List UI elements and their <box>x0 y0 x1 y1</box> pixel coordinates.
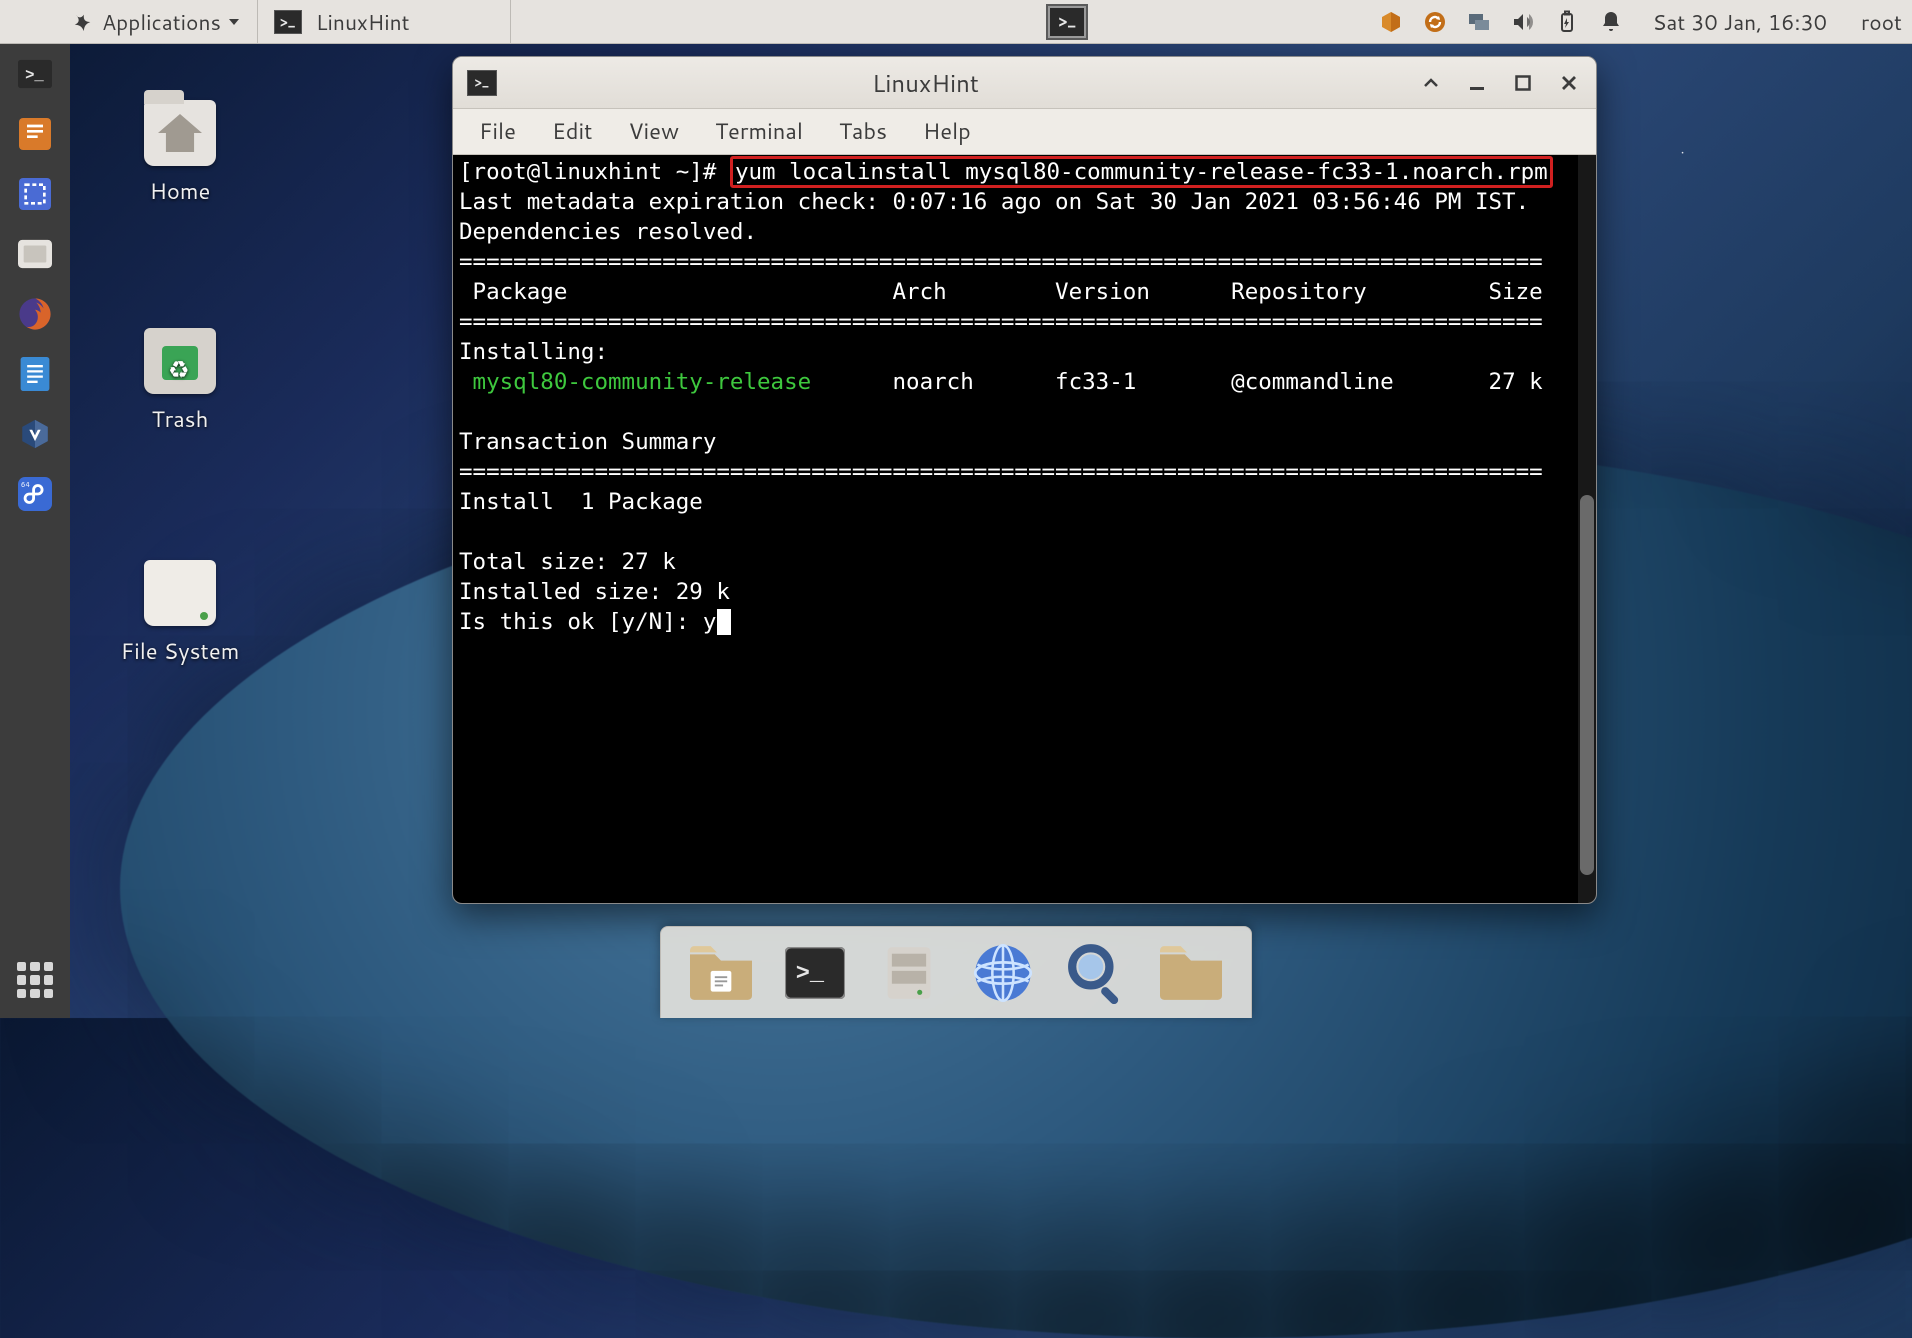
svg-text:>_: >_ <box>25 67 44 85</box>
volume-tray-icon[interactable] <box>1508 7 1538 37</box>
terminal-transaction-summary: Transaction Summary <box>459 429 716 455</box>
titlebar-terminal-icon: >_ <box>467 70 497 96</box>
window-title: LinuxHint <box>513 66 1418 100</box>
window-titlebar[interactable]: >_ LinuxHint <box>453 57 1596 109</box>
menu-help[interactable]: Help <box>907 110 987 153</box>
terminal-icon: >_ <box>274 10 302 34</box>
workspace-switcher-terminal[interactable]: >_ <box>1046 4 1088 40</box>
terminal-confirm-prompt: Is this ok [y/N]: <box>459 609 703 635</box>
terminal-total-size: Total size: 27 k <box>459 549 676 575</box>
clock[interactable]: Sat 30 Jan, 16:30 <box>1640 7 1839 37</box>
terminal-divider: ========================================… <box>459 309 1543 335</box>
terminal-scrollbar[interactable] <box>1578 155 1596 903</box>
terminal-prompt: [root@linuxhint ~]# <box>459 159 716 185</box>
window-shade-button[interactable] <box>1418 70 1444 96</box>
system-tray: Sat 30 Jan, 16:30 root <box>1352 0 1912 43</box>
xfce-logo-icon <box>72 11 94 33</box>
bdock-disk-utility[interactable] <box>871 935 947 1011</box>
terminal-header-arch: Arch <box>892 279 946 305</box>
terminal-output-line: Last metadata expiration check: 0:07:16 … <box>459 189 1529 215</box>
terminal-scrollbar-thumb[interactable] <box>1580 495 1594 875</box>
close-icon <box>1561 75 1577 91</box>
window-close-button[interactable] <box>1556 70 1582 96</box>
terminal-divider: ========================================… <box>459 459 1543 485</box>
display-tray-icon[interactable] <box>1464 7 1494 37</box>
dock-virtualbox[interactable] <box>13 414 57 454</box>
update-tray-icon[interactable] <box>1420 7 1450 37</box>
terminal-header-size: Size <box>1489 279 1543 305</box>
terminal-header-repo: Repository <box>1231 279 1366 305</box>
terminal-confirm-input: y <box>703 609 717 635</box>
home-folder-icon <box>144 100 216 166</box>
terminal-installing-label: Installing: <box>459 339 608 365</box>
menu-chevron-icon <box>229 17 239 27</box>
bottom-dock: >_ <box>660 926 1252 1018</box>
bdock-documents-folder[interactable] <box>683 935 759 1011</box>
dock-app-grid[interactable] <box>17 962 53 998</box>
dock-document[interactable] <box>13 354 57 394</box>
terminal-window: >_ LinuxHint File Edit View Terminal Tab… <box>452 56 1597 904</box>
bdock-browser[interactable] <box>965 935 1041 1011</box>
battery-tray-icon[interactable] <box>1552 7 1582 37</box>
dock-terminal[interactable]: >_ <box>13 54 57 94</box>
bdock-search[interactable] <box>1059 935 1135 1011</box>
minimize-icon <box>1469 75 1485 91</box>
terminal-package-size: 27 k <box>1489 369 1543 395</box>
desktop-icon-trash[interactable]: ♻ Trash <box>110 328 250 435</box>
menu-file[interactable]: File <box>463 110 532 153</box>
drive-icon <box>144 560 216 626</box>
terminal-package-arch: noarch <box>892 369 973 395</box>
maximize-icon <box>1515 75 1531 91</box>
terminal-command-highlighted: yum localinstall mysql80-community-relea… <box>730 156 1553 188</box>
desktop-icon-label: File System <box>110 636 250 667</box>
svg-text:>_: >_ <box>796 960 825 987</box>
desktop-icon-label: Home <box>110 176 250 207</box>
terminal-package-version: fc33-1 <box>1055 369 1136 395</box>
terminal-header-package: Package <box>459 279 567 305</box>
dock-fedora[interactable]: 64 <box>13 474 57 514</box>
menu-view[interactable]: View <box>612 110 695 153</box>
applications-menu[interactable]: Applications <box>0 0 258 43</box>
dock-text-editor[interactable] <box>13 114 57 154</box>
terminal-menubar: File Edit View Terminal Tabs Help <box>453 109 1596 155</box>
desktop-icon-home[interactable]: Home <box>110 100 250 207</box>
terminal-output-line: Dependencies resolved. <box>459 219 757 245</box>
terminal-divider: ========================================… <box>459 249 1543 275</box>
notification-bell-icon[interactable] <box>1596 7 1626 37</box>
window-minimize-button[interactable] <box>1464 70 1490 96</box>
applications-label: Applications <box>102 7 221 37</box>
user-menu-label[interactable]: root <box>1853 7 1902 37</box>
bdock-folder[interactable] <box>1153 935 1229 1011</box>
window-maximize-button[interactable] <box>1510 70 1536 96</box>
taskbar-item-label: LinuxHint <box>316 7 410 37</box>
dock-files[interactable] <box>13 234 57 274</box>
top-panel: Applications >_ LinuxHint >_ Sat 30 Jan,… <box>0 0 1912 44</box>
terminal-cursor <box>717 609 731 635</box>
menu-edit[interactable]: Edit <box>536 110 609 153</box>
taskbar-item-linuxhint[interactable]: >_ LinuxHint <box>258 0 511 43</box>
chevron-up-icon <box>1422 74 1440 92</box>
menu-tabs[interactable]: Tabs <box>823 110 903 153</box>
left-launcher-dock: >_ 64 <box>0 0 70 1018</box>
desktop-icon-label: Trash <box>110 404 250 435</box>
package-tray-icon[interactable] <box>1376 7 1406 37</box>
terminal-installed-size: Installed size: 29 k <box>459 579 730 605</box>
terminal-package-repo: @commandline <box>1231 369 1394 395</box>
bdock-terminal[interactable]: >_ <box>777 935 853 1011</box>
dock-screenshot[interactable] <box>13 174 57 214</box>
trash-icon: ♻ <box>144 328 216 394</box>
dock-firefox[interactable] <box>13 294 57 334</box>
terminal-install-count: Install 1 Package <box>459 489 703 515</box>
menu-terminal[interactable]: Terminal <box>699 110 819 153</box>
terminal-header-version: Version <box>1055 279 1150 305</box>
desktop-icon-filesystem[interactable]: File System <box>110 560 250 667</box>
svg-text:64: 64 <box>21 480 30 490</box>
terminal-body[interactable]: [root@linuxhint ~]# yum localinstall mys… <box>453 155 1596 903</box>
terminal-package-name: mysql80-community-release <box>459 369 811 395</box>
